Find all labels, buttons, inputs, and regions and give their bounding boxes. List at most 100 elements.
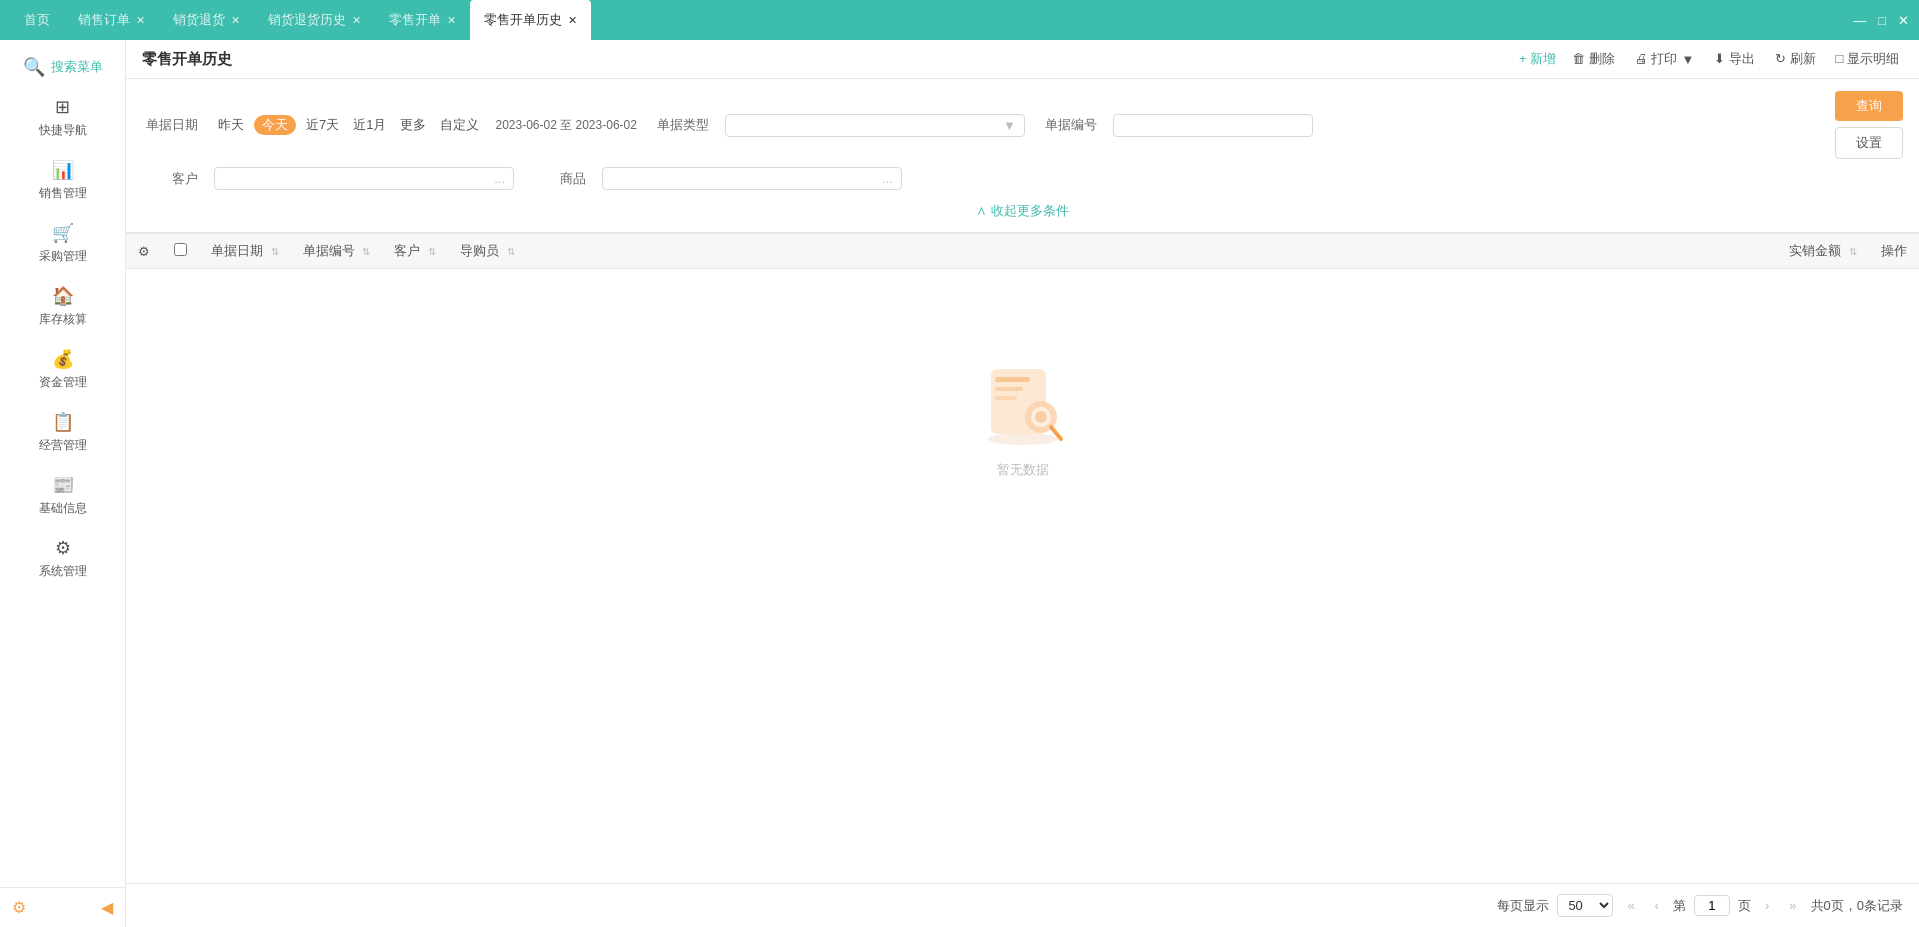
window-close-button[interactable]: ✕ [1898,13,1909,28]
svg-rect-3 [995,387,1023,391]
last-page-button[interactable]: » [1783,896,1802,915]
goods-input[interactable]: ... [602,167,902,190]
minimize-button[interactable]: — [1853,13,1866,28]
tab-sales-order[interactable]: 销售订单 ✕ [64,0,159,40]
tab-retail-order[interactable]: 零售开单 ✕ [375,0,470,40]
first-page-button[interactable]: « [1621,896,1640,915]
col-date-header[interactable]: 单据日期 ⇅ [199,234,291,269]
sidebar-item-sales-mgmt[interactable]: 📊 销售管理 [0,149,125,212]
sidebar-settings-icon[interactable]: ⚙ [12,898,26,917]
tab-sales-return-history[interactable]: 销货退货历史 ✕ [254,0,375,40]
base-info-icon: 📰 [52,474,74,496]
sidebar-item-finance-mgmt[interactable]: 💰 资金管理 [0,338,125,401]
date-range-display: 2023-06-02 至 2023-06-02 [495,117,636,134]
tab-retail-order-history[interactable]: 零售开单历史 ✕ [470,0,591,40]
close-tab-sales-return[interactable]: ✕ [231,14,240,27]
svg-point-0 [988,433,1058,445]
maximize-button[interactable]: □ [1878,13,1886,28]
date-sort-icon: ⇅ [271,246,279,257]
amount-sort-icon: ⇅ [1849,246,1857,257]
customer-label: 客户 [142,170,198,188]
pagination: 每页显示 50 10 20 100 « ‹ 第 页 › » 共0页，0条记录 [126,883,1919,927]
toolbar-actions: + 新增 🗑 删除 🖨 打印 ▼ ⬇ 导出 ↻ 刷新 □ 显示明细 [1519,48,1903,70]
delete-button[interactable]: 🗑 删除 [1568,48,1619,70]
empty-text: 暂无数据 [997,461,1049,479]
sidebar-item-quick-nav[interactable]: ⊞ 快捷导航 [0,86,125,149]
close-tab-retail-order-history[interactable]: ✕ [568,14,577,27]
date-btn-7days[interactable]: 近7天 [302,115,343,135]
svg-rect-2 [995,377,1030,382]
col-customer-header[interactable]: 客户 ⇅ [382,234,448,269]
sidebar-item-purchase-mgmt[interactable]: 🛒 采购管理 [0,212,125,275]
col-spacer-header [527,234,1778,269]
doc-number-label: 单据编号 [1041,116,1097,134]
customer-sort-icon: ⇅ [428,246,436,257]
sidebar-item-base-info[interactable]: 📰 基础信息 [0,464,125,527]
col-number-header[interactable]: 单据编号 ⇅ [291,234,383,269]
col-amount-header[interactable]: 实销金额 ⇅ [1777,234,1869,269]
date-btn-1month[interactable]: 近1月 [349,115,390,135]
select-all-checkbox[interactable] [174,243,187,256]
doc-type-label: 单据类型 [653,116,709,134]
setting-button[interactable]: 设置 [1835,127,1903,159]
sidebar-search[interactable]: 🔍 搜索菜单 [0,48,125,86]
col-settings-header[interactable]: ⚙ [126,234,162,269]
query-setting-col: 查询 设置 [1835,91,1903,159]
col-action-header: 操作 [1869,234,1919,269]
export-button[interactable]: ⬇ 导出 [1710,48,1759,70]
next-page-button[interactable]: › [1759,896,1775,915]
date-btn-yesterday[interactable]: 昨天 [214,115,248,135]
add-button[interactable]: + 新增 [1519,50,1556,68]
toolbar: 零售开单历史 + 新增 🗑 删除 🖨 打印 ▼ ⬇ 导出 ↻ 刷新 □ 显示明细 [126,40,1919,79]
refresh-button[interactable]: ↻ 刷新 [1771,48,1820,70]
sidebar-item-biz-mgmt[interactable]: 📋 经营管理 [0,401,125,464]
tab-sales-return[interactable]: 销货退货 ✕ [159,0,254,40]
biz-mgmt-icon: 📋 [52,411,74,433]
filter-row-2: 客户 ... 商品 ... [142,167,1903,190]
purchase-mgmt-icon: 🛒 [52,222,74,244]
print-button[interactable]: 🖨 打印 ▼ [1631,48,1699,70]
sidebar: 🔍 搜索菜单 ⊞ 快捷导航 📊 销售管理 🛒 采购管理 🏠 库存核算 💰 资金管… [0,40,126,927]
date-btn-more[interactable]: 更多 [396,115,430,135]
doc-type-select[interactable]: ▼ [725,114,1025,137]
prev-page-button[interactable]: ‹ [1649,896,1665,915]
data-table: ⚙ 单据日期 ⇅ 单据编号 ⇅ 客户 [126,233,1919,559]
empty-state: 暂无数据 [126,269,1919,559]
goods-label: 商品 [530,170,586,188]
page-label: 第 [1673,897,1686,915]
sidebar-item-inventory[interactable]: 🏠 库存核算 [0,275,125,338]
close-tab-sales-order[interactable]: ✕ [136,14,145,27]
close-tab-retail-order[interactable]: ✕ [447,14,456,27]
page-unit: 页 [1738,897,1751,915]
customer-input[interactable]: ... [214,167,514,190]
svg-rect-4 [995,396,1017,400]
finance-mgmt-icon: 💰 [52,348,74,370]
number-sort-icon: ⇅ [362,246,370,257]
content-area: 零售开单历史 + 新增 🗑 删除 🖨 打印 ▼ ⬇ 导出 ↻ 刷新 □ 显示明细… [126,40,1919,927]
page-title: 零售开单历史 [142,50,232,69]
sidebar-item-sys-mgmt[interactable]: ⚙ 系统管理 [0,527,125,590]
close-tab-sales-return-history[interactable]: ✕ [352,14,361,27]
tab-home[interactable]: 首页 [10,0,64,40]
page-number-input[interactable] [1694,895,1730,916]
date-btn-custom[interactable]: 自定义 [436,115,483,135]
print-dropdown-icon[interactable]: ▼ [1681,52,1694,67]
sidebar-collapse-icon[interactable]: ◀ [101,898,113,917]
sales-mgmt-icon: 📊 [52,159,74,181]
total-text: 共0页，0条记录 [1811,897,1903,915]
col-checkbox-header[interactable] [162,234,199,269]
customer-more-icon[interactable]: ... [494,171,505,186]
window-actions: — □ ✕ [1853,13,1909,28]
display-detail-button[interactable]: □ 显示明细 [1832,48,1903,70]
page-size-label: 每页显示 [1497,897,1549,915]
quick-nav-icon: ⊞ [55,96,70,118]
doc-number-input[interactable] [1113,114,1313,137]
date-btn-today[interactable]: 今天 [254,115,296,135]
filter-row-1: 单据日期 昨天 今天 近7天 近1月 更多 自定义 2023-06-02 至 2… [142,91,1903,159]
filter-area: 单据日期 昨天 今天 近7天 近1月 更多 自定义 2023-06-02 至 2… [126,79,1919,233]
page-size-select[interactable]: 50 10 20 100 [1557,894,1613,917]
query-button[interactable]: 查询 [1835,91,1903,121]
col-guide-header[interactable]: 导购员 ⇅ [448,234,527,269]
goods-more-icon[interactable]: ... [882,171,893,186]
collapse-more-conditions[interactable]: ∧ 收起更多条件 [142,198,1903,224]
